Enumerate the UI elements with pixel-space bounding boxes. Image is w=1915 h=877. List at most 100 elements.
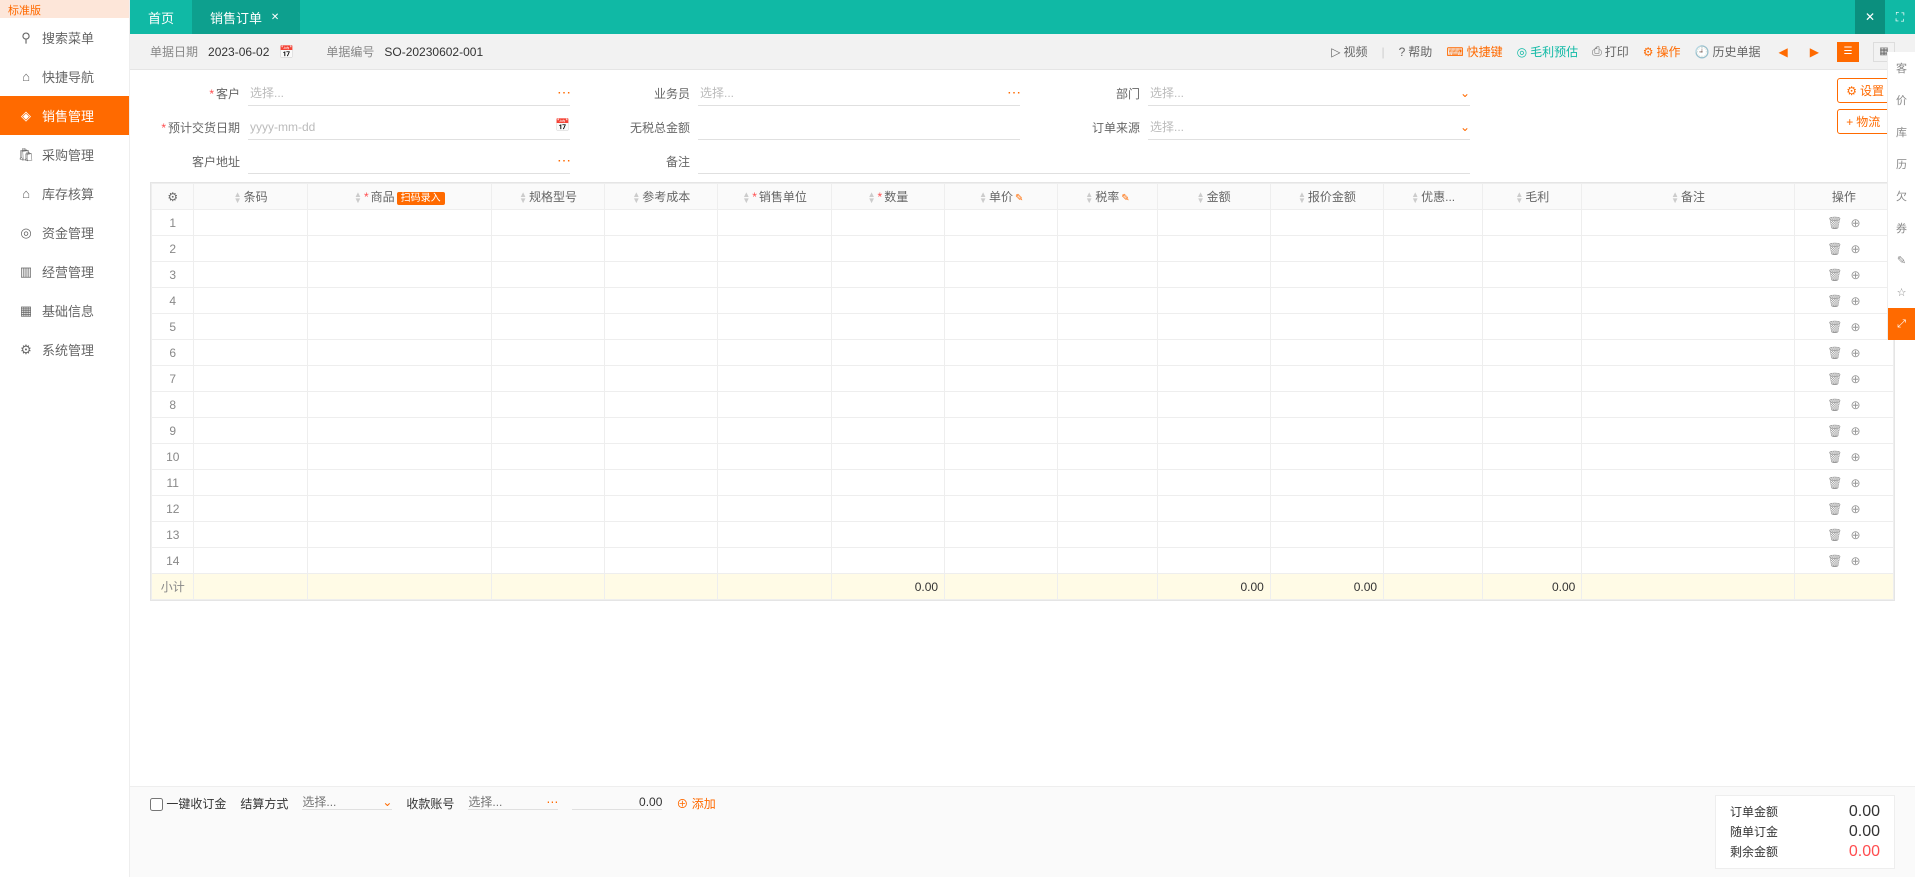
doc-date-value[interactable]: 2023-06-02 — [208, 45, 269, 59]
sort-icon[interactable]: ▲▼ — [1671, 192, 1679, 204]
table-row[interactable]: 8🗑⊕ — [152, 392, 1894, 418]
footer-amount[interactable]: 0.00 — [572, 795, 662, 810]
delete-row-icon[interactable]: 🗑 — [1827, 294, 1842, 308]
delete-row-icon[interactable]: 🗑 — [1827, 346, 1842, 360]
print-button[interactable]: ⎙ 打印 — [1592, 43, 1629, 60]
col-7[interactable]: ▲▼单价✎ — [945, 184, 1058, 210]
copy-row-icon[interactable]: ⊕ — [1850, 372, 1860, 386]
col-9[interactable]: ▲▼金额 — [1157, 184, 1270, 210]
copy-row-icon[interactable]: ⊕ — [1850, 320, 1860, 334]
customer-input[interactable] — [248, 80, 570, 106]
col-2[interactable]: ▲▼*商品扫码录入 — [307, 184, 491, 210]
hotkey-button[interactable]: ⌨ 快捷键 — [1446, 43, 1502, 60]
copy-row-icon[interactable]: ⊕ — [1850, 502, 1860, 516]
tab-home[interactable]: 首页 — [130, 0, 192, 34]
tab-close-all-button[interactable]: ✕ — [1855, 0, 1885, 34]
delete-row-icon[interactable]: 🗑 — [1827, 216, 1842, 230]
calendar-icon[interactable]: 📅 — [279, 45, 294, 59]
settings-button[interactable]: ⚙ 设置 — [1837, 78, 1893, 103]
video-button[interactable]: ▷ 视频 — [1331, 43, 1367, 60]
sort-icon[interactable]: ▲▼ — [1298, 192, 1306, 204]
logistics-button[interactable]: + 物流 — [1837, 109, 1893, 134]
deliver-date-input[interactable] — [248, 114, 570, 140]
table-row[interactable]: 1🗑⊕ — [152, 210, 1894, 236]
deposit-checkbox[interactable]: 一键收订金 — [150, 795, 226, 812]
sort-icon[interactable]: ▲▼ — [519, 192, 527, 204]
delete-row-icon[interactable]: 🗑 — [1827, 398, 1842, 412]
col-13[interactable]: ▲▼备注 — [1582, 184, 1794, 210]
calendar-icon[interactable]: 📅 — [555, 118, 570, 132]
table-row[interactable]: 13🗑⊕ — [152, 522, 1894, 548]
delete-row-icon[interactable]: 🗑 — [1827, 320, 1842, 334]
addr-input[interactable] — [248, 148, 570, 174]
rside-item-6[interactable]: ✎ — [1888, 244, 1915, 276]
tab-sales-order[interactable]: 销售订单 ✕ — [192, 0, 300, 34]
acct-select[interactable] — [468, 795, 558, 810]
sort-icon[interactable]: ▲▼ — [234, 192, 242, 204]
sort-icon[interactable]: ▲▼ — [979, 192, 987, 204]
remark-input[interactable] — [698, 148, 1470, 174]
sidebar-item-base[interactable]: ▦基础信息 — [0, 291, 129, 330]
rside-item-7[interactable]: ☆ — [1888, 276, 1915, 308]
copy-row-icon[interactable]: ⊕ — [1850, 450, 1860, 464]
sort-icon[interactable]: ▲▼ — [1085, 192, 1093, 204]
profit-button[interactable]: ◎ 毛利预估 — [1517, 43, 1579, 60]
dept-input[interactable] — [1148, 80, 1470, 106]
more-icon[interactable]: ⋯ — [557, 152, 570, 169]
more-icon[interactable]: ⋯ — [1007, 84, 1020, 101]
delete-row-icon[interactable]: 🗑 — [1827, 372, 1842, 386]
sidebar-item-stock[interactable]: ⌂库存核算 — [0, 174, 129, 213]
prev-doc-button[interactable]: ◀ — [1775, 45, 1792, 59]
copy-row-icon[interactable]: ⊕ — [1850, 424, 1860, 438]
delete-row-icon[interactable]: 🗑 — [1827, 450, 1842, 464]
gear-icon[interactable]: ⚙ — [167, 190, 178, 204]
delete-row-icon[interactable]: 🗑 — [1827, 528, 1842, 542]
col-5[interactable]: ▲▼*销售单位 — [718, 184, 831, 210]
sort-icon[interactable]: ▲▼ — [1197, 192, 1205, 204]
add-payment-button[interactable]: ⊕ 添加 — [676, 795, 715, 812]
chevron-down-icon[interactable]: ⌄ — [382, 795, 392, 809]
source-input[interactable] — [1148, 114, 1470, 140]
sidebar-item-cart[interactable]: 🛍采购管理 — [0, 135, 129, 174]
col-14[interactable]: 操作 — [1794, 184, 1893, 210]
chevron-down-icon[interactable]: ⌄ — [1460, 86, 1470, 100]
table-row[interactable]: 7🗑⊕ — [152, 366, 1894, 392]
col-11[interactable]: ▲▼优惠... — [1384, 184, 1483, 210]
view-form-button[interactable]: ☰ — [1837, 42, 1859, 62]
rside-item-8[interactable]: ⤢ — [1888, 308, 1915, 340]
table-row[interactable]: 6🗑⊕ — [152, 340, 1894, 366]
sort-icon[interactable]: ▲▼ — [632, 192, 640, 204]
col-6[interactable]: ▲▼*数量 — [831, 184, 944, 210]
copy-row-icon[interactable]: ⊕ — [1850, 554, 1860, 568]
rside-item-2[interactable]: 库 — [1888, 116, 1915, 148]
sort-icon[interactable]: ▲▼ — [1515, 192, 1523, 204]
table-row[interactable]: 2🗑⊕ — [152, 236, 1894, 262]
history-button[interactable]: 🕘 历史单据 — [1695, 43, 1761, 60]
delete-row-icon[interactable]: 🗑 — [1827, 476, 1842, 490]
more-icon[interactable]: ⋯ — [557, 84, 570, 101]
salesman-input[interactable] — [698, 80, 1020, 106]
scan-badge[interactable]: 扫码录入 — [397, 192, 445, 205]
delete-row-icon[interactable]: 🗑 — [1827, 242, 1842, 256]
copy-row-icon[interactable]: ⊕ — [1850, 346, 1860, 360]
copy-row-icon[interactable]: ⊕ — [1850, 528, 1860, 542]
table-row[interactable]: 4🗑⊕ — [152, 288, 1894, 314]
table-row[interactable]: 11🗑⊕ — [152, 470, 1894, 496]
sort-icon[interactable]: ▲▼ — [1411, 192, 1419, 204]
chevron-down-icon[interactable]: ⌄ — [1460, 120, 1470, 134]
copy-row-icon[interactable]: ⊕ — [1850, 476, 1860, 490]
sidebar-item-biz[interactable]: ▥经营管理 — [0, 252, 129, 291]
table-row[interactable]: 10🗑⊕ — [152, 444, 1894, 470]
table-row[interactable]: 3🗑⊕ — [152, 262, 1894, 288]
table-row[interactable]: 9🗑⊕ — [152, 418, 1894, 444]
sidebar-item-sales[interactable]: ◈销售管理 — [0, 96, 129, 135]
fullscreen-button[interactable]: ⛶ — [1885, 0, 1915, 34]
rside-item-1[interactable]: 价 — [1888, 84, 1915, 116]
delete-row-icon[interactable]: 🗑 — [1827, 268, 1842, 282]
copy-row-icon[interactable]: ⊕ — [1850, 268, 1860, 282]
sort-icon[interactable]: ▲▼ — [742, 192, 750, 204]
rside-item-5[interactable]: 券 — [1888, 212, 1915, 244]
delete-row-icon[interactable]: 🗑 — [1827, 502, 1842, 516]
help-button[interactable]: ? 帮助 — [1399, 43, 1433, 60]
sidebar-item-search[interactable]: ⚲搜索菜单 — [0, 18, 129, 57]
